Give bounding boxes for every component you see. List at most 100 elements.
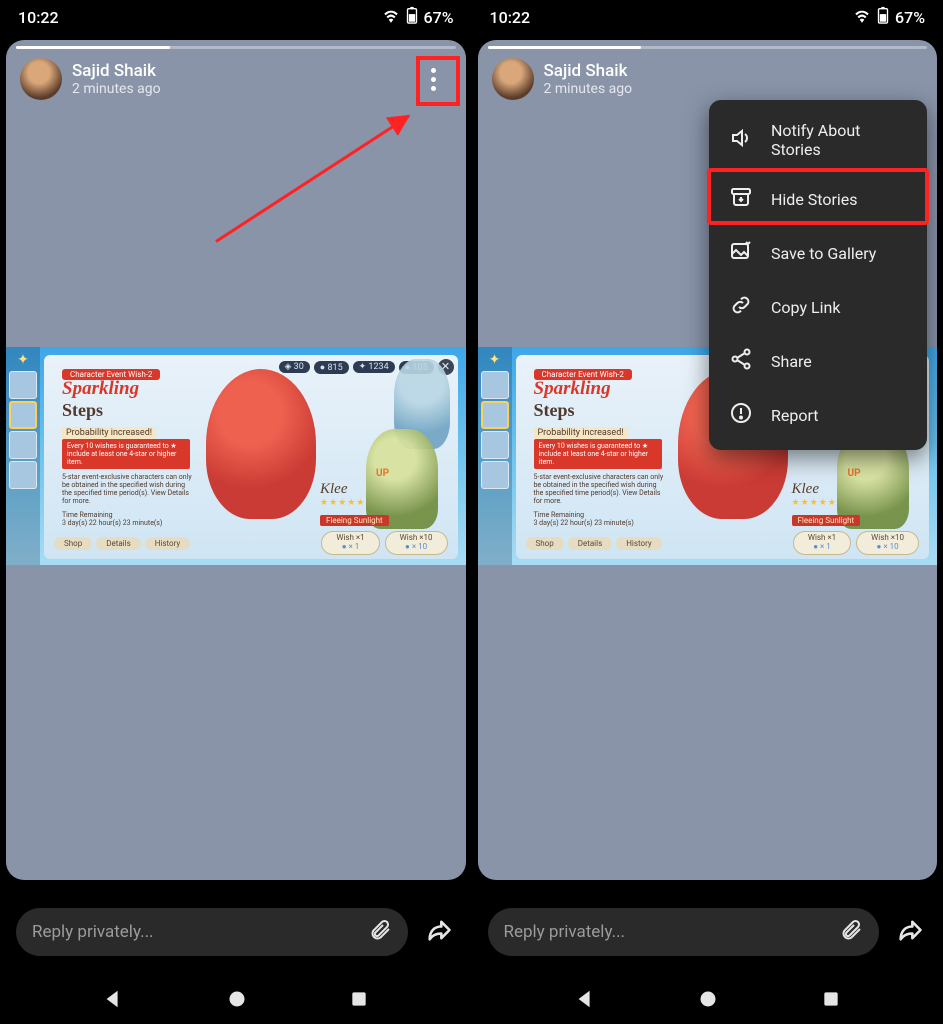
phone-left: 10:22 67% Sajid Shaik 2 minutes ago bbox=[0, 0, 472, 1024]
context-menu: Notify About Stories Hide Stories Save t… bbox=[709, 100, 927, 450]
paperclip-icon[interactable] bbox=[839, 918, 863, 946]
nav-home-icon[interactable] bbox=[227, 989, 247, 1013]
banner-desc: 5-star event-exclusive characters can on… bbox=[62, 473, 194, 505]
nav-home-icon[interactable] bbox=[698, 989, 718, 1013]
status-time: 10:22 bbox=[18, 8, 59, 27]
share-icon bbox=[729, 347, 753, 375]
details-button: Details bbox=[96, 537, 140, 550]
nav-recent-icon[interactable] bbox=[349, 989, 369, 1013]
annotation-arrow bbox=[215, 115, 410, 243]
banner-thumb bbox=[9, 401, 37, 429]
menu-label: Save to Gallery bbox=[771, 244, 876, 263]
battery-pct: 67% bbox=[895, 8, 925, 27]
details-button: Details bbox=[568, 537, 612, 550]
guarantee-box: Every 10 wishes is guaranteed to ★ inclu… bbox=[534, 439, 662, 469]
history-button: History bbox=[145, 537, 190, 550]
reply-placeholder: Reply privately... bbox=[32, 922, 368, 942]
nav-back-icon[interactable] bbox=[102, 988, 124, 1014]
shop-button: Shop bbox=[526, 537, 564, 550]
nav-bar bbox=[0, 978, 472, 1024]
story-area[interactable]: Sajid Shaik 2 minutes ago ✦ Character Ev… bbox=[478, 40, 938, 880]
nav-back-icon[interactable] bbox=[574, 988, 596, 1014]
nav-bar bbox=[472, 978, 943, 1024]
menu-label: Share bbox=[771, 352, 812, 371]
wish10-button: Wish ×10● × 10 bbox=[385, 531, 448, 555]
banner-desc: 5-star event-exclusive characters can on… bbox=[534, 473, 666, 505]
wish1-button: Wish ×1● × 1 bbox=[321, 531, 379, 555]
banner-title1: Sparkling bbox=[534, 379, 611, 399]
paperclip-icon[interactable] bbox=[368, 918, 392, 946]
story-content: ✦ ◈ 30 ● 815 ✦ 1234 ● 105 ✕ Character Ev… bbox=[6, 347, 466, 565]
forward-icon[interactable] bbox=[893, 916, 927, 948]
status-bar: 10:22 67% bbox=[472, 0, 943, 34]
wifi-icon bbox=[382, 8, 400, 27]
user-name: Sajid Shaik bbox=[72, 61, 406, 81]
gallery-icon bbox=[729, 239, 753, 267]
banner-thumb bbox=[481, 431, 509, 459]
history-button: History bbox=[616, 537, 661, 550]
story-area[interactable]: Sajid Shaik 2 minutes ago ✦ bbox=[6, 40, 466, 880]
forward-icon[interactable] bbox=[422, 916, 456, 948]
alert-icon bbox=[729, 401, 753, 429]
wifi-icon bbox=[853, 8, 871, 27]
battery-pct: 67% bbox=[424, 8, 454, 27]
wish-star-icon: ✦ bbox=[486, 351, 504, 369]
shop-button: Shop bbox=[54, 537, 92, 550]
menu-copy-link[interactable]: Copy Link bbox=[709, 280, 927, 334]
time-remaining: Time Remaining 3 day(s) 22 hour(s) 23 mi… bbox=[534, 511, 634, 527]
banner-title1: Sparkling bbox=[62, 379, 139, 399]
banner-thumb bbox=[9, 461, 37, 489]
avatar[interactable] bbox=[492, 58, 534, 100]
probability-label: Probability increased! bbox=[62, 427, 156, 439]
featured-name: Klee bbox=[792, 481, 892, 498]
reply-placeholder: Reply privately... bbox=[504, 922, 840, 942]
story-progress bbox=[488, 46, 928, 49]
menu-notify-stories[interactable]: Notify About Stories bbox=[709, 108, 927, 172]
banner-thumb bbox=[9, 371, 37, 399]
nav-recent-icon[interactable] bbox=[821, 989, 841, 1013]
banner-title2: Steps bbox=[534, 400, 575, 421]
more-button[interactable] bbox=[416, 61, 452, 97]
wish-star-icon: ✦ bbox=[14, 351, 32, 369]
featured-name: Klee bbox=[320, 481, 420, 498]
guarantee-box: Every 10 wishes is guaranteed to ★ inclu… bbox=[62, 439, 190, 469]
story-progress bbox=[16, 46, 456, 49]
menu-label: Notify About Stories bbox=[771, 121, 907, 159]
phone-right: 10:22 67% Sajid Shaik 2 minutes ago bbox=[472, 0, 943, 1024]
menu-label: Copy Link bbox=[771, 298, 840, 317]
featured-stars: ★★★★★ bbox=[320, 498, 420, 508]
currency-pill: ◈ 30 bbox=[279, 361, 310, 373]
battery-icon bbox=[877, 6, 889, 28]
battery-icon bbox=[406, 6, 418, 28]
menu-hide-stories[interactable]: Hide Stories bbox=[709, 172, 927, 226]
banner-title2: Steps bbox=[62, 400, 103, 421]
menu-save-gallery[interactable]: Save to Gallery bbox=[709, 226, 927, 280]
banner-thumb bbox=[481, 461, 509, 489]
status-bar: 10:22 67% bbox=[0, 0, 472, 34]
reply-input[interactable]: Reply privately... bbox=[16, 908, 408, 956]
up-tag: UP bbox=[848, 468, 861, 479]
time-remaining: Time Remaining 3 day(s) 22 hour(s) 23 mi… bbox=[62, 511, 162, 527]
probability-label: Probability increased! bbox=[534, 427, 628, 439]
menu-label: Hide Stories bbox=[771, 190, 858, 209]
reply-input[interactable]: Reply privately... bbox=[488, 908, 880, 956]
currency-pill: ● 815 bbox=[314, 361, 349, 374]
banner-thumb bbox=[481, 401, 509, 429]
menu-report[interactable]: Report bbox=[709, 388, 927, 442]
archive-icon bbox=[729, 185, 753, 213]
currency-pill: ✦ 1234 bbox=[353, 361, 395, 373]
speaker-icon bbox=[729, 126, 753, 154]
link-icon bbox=[729, 293, 753, 321]
up-tag: UP bbox=[376, 468, 389, 479]
banner-thumb bbox=[9, 431, 37, 459]
menu-share[interactable]: Share bbox=[709, 334, 927, 388]
wish10-button: Wish ×10● × 10 bbox=[856, 531, 919, 555]
wish1-button: Wish ×1● × 1 bbox=[793, 531, 851, 555]
user-time: 2 minutes ago bbox=[544, 81, 924, 97]
banner-thumb bbox=[481, 371, 509, 399]
user-name: Sajid Shaik bbox=[544, 61, 924, 81]
status-time: 10:22 bbox=[490, 8, 531, 27]
character-art bbox=[206, 369, 316, 519]
avatar[interactable] bbox=[20, 58, 62, 100]
featured-sub: Fleeing Sunlight bbox=[792, 515, 861, 526]
